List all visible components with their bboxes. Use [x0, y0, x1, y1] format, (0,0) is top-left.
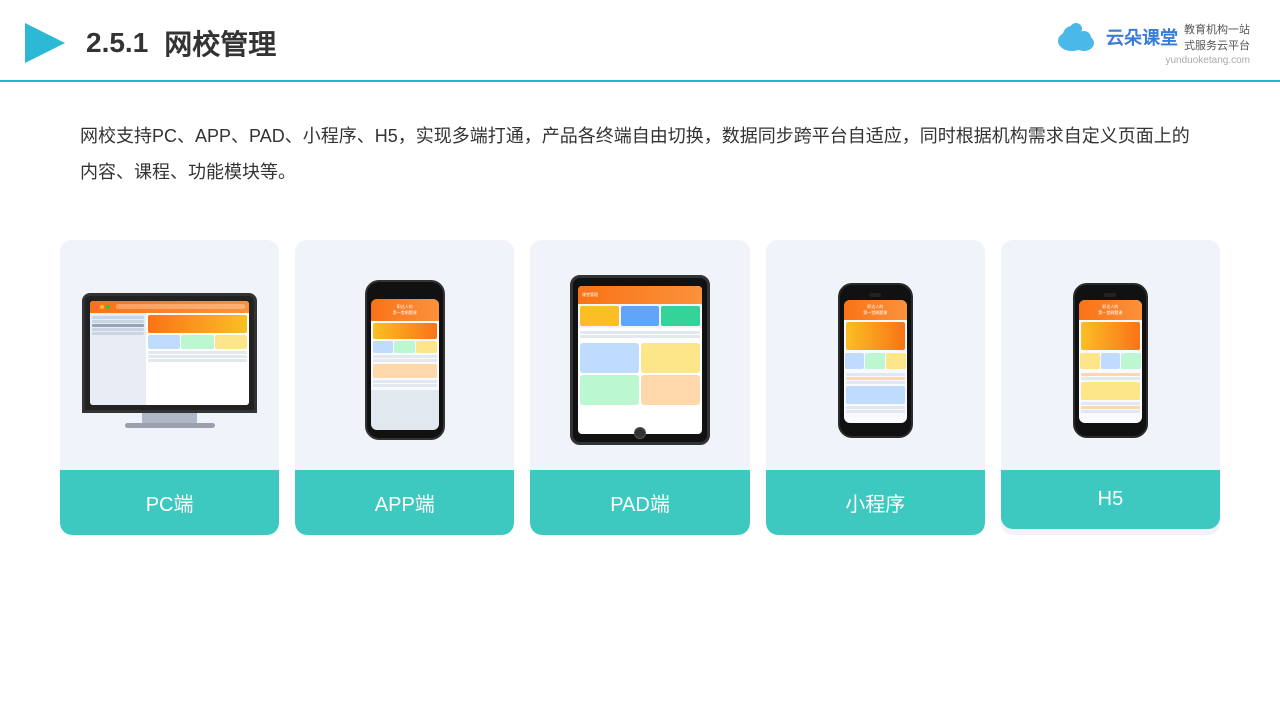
mini-header-text-h5: 职达人的第一堂刷题课: [1098, 304, 1122, 316]
phone-notch: [391, 290, 419, 296]
logo-right: 云朵课堂 教育机构一站 式服务云平台 yunduoketang.com: [1052, 21, 1250, 66]
mini-phone-camera-h5: [1104, 293, 1116, 297]
logo-name: 云朵课堂: [1106, 24, 1178, 50]
card-miniprogram-image: 职达人的第一堂刷题课: [766, 240, 985, 470]
mini-header: 职达人的第一堂刷题课: [844, 300, 907, 320]
mini-row-1: [846, 373, 905, 376]
description: 网校支持PC、APP、PAD、小程序、H5，实现多端打通，产品各终端自由切换，数…: [0, 82, 1280, 210]
mini-row-5: [846, 410, 905, 413]
cloud-icon: [1052, 21, 1100, 53]
mini-row-h5-4: [1081, 406, 1140, 409]
mini-icon-h5-1: [1080, 353, 1100, 369]
description-text: 网校支持PC、APP、PAD、小程序、H5，实现多端打通，产品各终端自由切换，数…: [80, 118, 1200, 190]
mini-header-h5: 职达人的第一堂刷题课: [1079, 300, 1142, 320]
header: 2.5.1 网校管理 云朵课堂 教育机构一站 式服务云平台 yunduoketa…: [0, 0, 1280, 82]
mini-body-h5: [1079, 370, 1142, 416]
page-title: 2.5.1: [86, 27, 148, 59]
card-app: 职达人的第一堂刷题课: [295, 240, 514, 535]
mini-header-text: 职达人的第一堂刷题课: [863, 304, 887, 316]
mini-icon-h5-2: [1101, 353, 1121, 369]
card-app-label: APP端: [295, 470, 514, 535]
tablet-screen: 课堂管理: [578, 286, 702, 434]
card-pc: PC端: [60, 240, 279, 535]
mini-row-h5-5: [1081, 410, 1140, 413]
mini-phone-screen-miniprogram: 职达人的第一堂刷题课: [844, 300, 907, 423]
logo-tagline: 教育机构一站 式服务云平台: [1184, 21, 1250, 53]
page-title-cn: 网校管理: [164, 23, 276, 63]
brand-logo-icon: [20, 18, 70, 68]
card-app-image: 职达人的第一堂刷题课: [295, 240, 514, 470]
card-h5: 职达人的第一堂刷题课: [1001, 240, 1220, 535]
phone-screen: 职达人的第一堂刷题课: [371, 299, 439, 430]
mini-icon-3: [886, 353, 906, 369]
mini-phone-h5: 职达人的第一堂刷题课: [1073, 283, 1148, 438]
mini-banner: [846, 322, 905, 350]
card-pc-image: [60, 240, 279, 470]
mini-phone-miniprogram: 职达人的第一堂刷题课: [838, 283, 913, 438]
card-pc-label: PC端: [60, 470, 279, 535]
mini-icon-1: [845, 353, 865, 369]
mini-icon-2: [865, 353, 885, 369]
mini-row-3: [846, 381, 905, 384]
card-h5-image: 职达人的第一堂刷题课: [1001, 240, 1220, 470]
phone-mockup-app: 职达人的第一堂刷题课: [365, 280, 445, 440]
card-h5-label: H5: [1001, 470, 1220, 529]
mini-row-h5-3: [1081, 402, 1140, 405]
mini-icon-h5-3: [1121, 353, 1141, 369]
mini-row-4: [846, 406, 905, 409]
card-pad: 课堂管理: [530, 240, 749, 535]
logo-url: yunduoketang.com: [1165, 55, 1250, 66]
mini-icon-grid: [844, 352, 907, 370]
cards-container: PC端 职达人的第一堂刷题课: [0, 210, 1280, 565]
card-miniprogram: 职达人的第一堂刷题课: [766, 240, 985, 535]
tablet-mockup: 课堂管理: [570, 275, 710, 445]
card-pad-image: 课堂管理: [530, 240, 749, 470]
mini-body: [844, 370, 907, 416]
card-pad-label: PAD端: [530, 470, 749, 535]
mini-phone-screen-h5: 职达人的第一堂刷题课: [1079, 300, 1142, 423]
mini-row-2: [846, 377, 905, 380]
card-miniprogram-label: 小程序: [766, 470, 985, 535]
header-left: 2.5.1 网校管理: [20, 18, 276, 68]
mini-phone-camera: [869, 293, 881, 297]
mini-icon-grid-h5: [1079, 352, 1142, 370]
mini-banner-h5: [1081, 322, 1140, 350]
mini-row-h5-1: [1081, 373, 1140, 376]
mini-row-h5-2: [1081, 377, 1140, 380]
